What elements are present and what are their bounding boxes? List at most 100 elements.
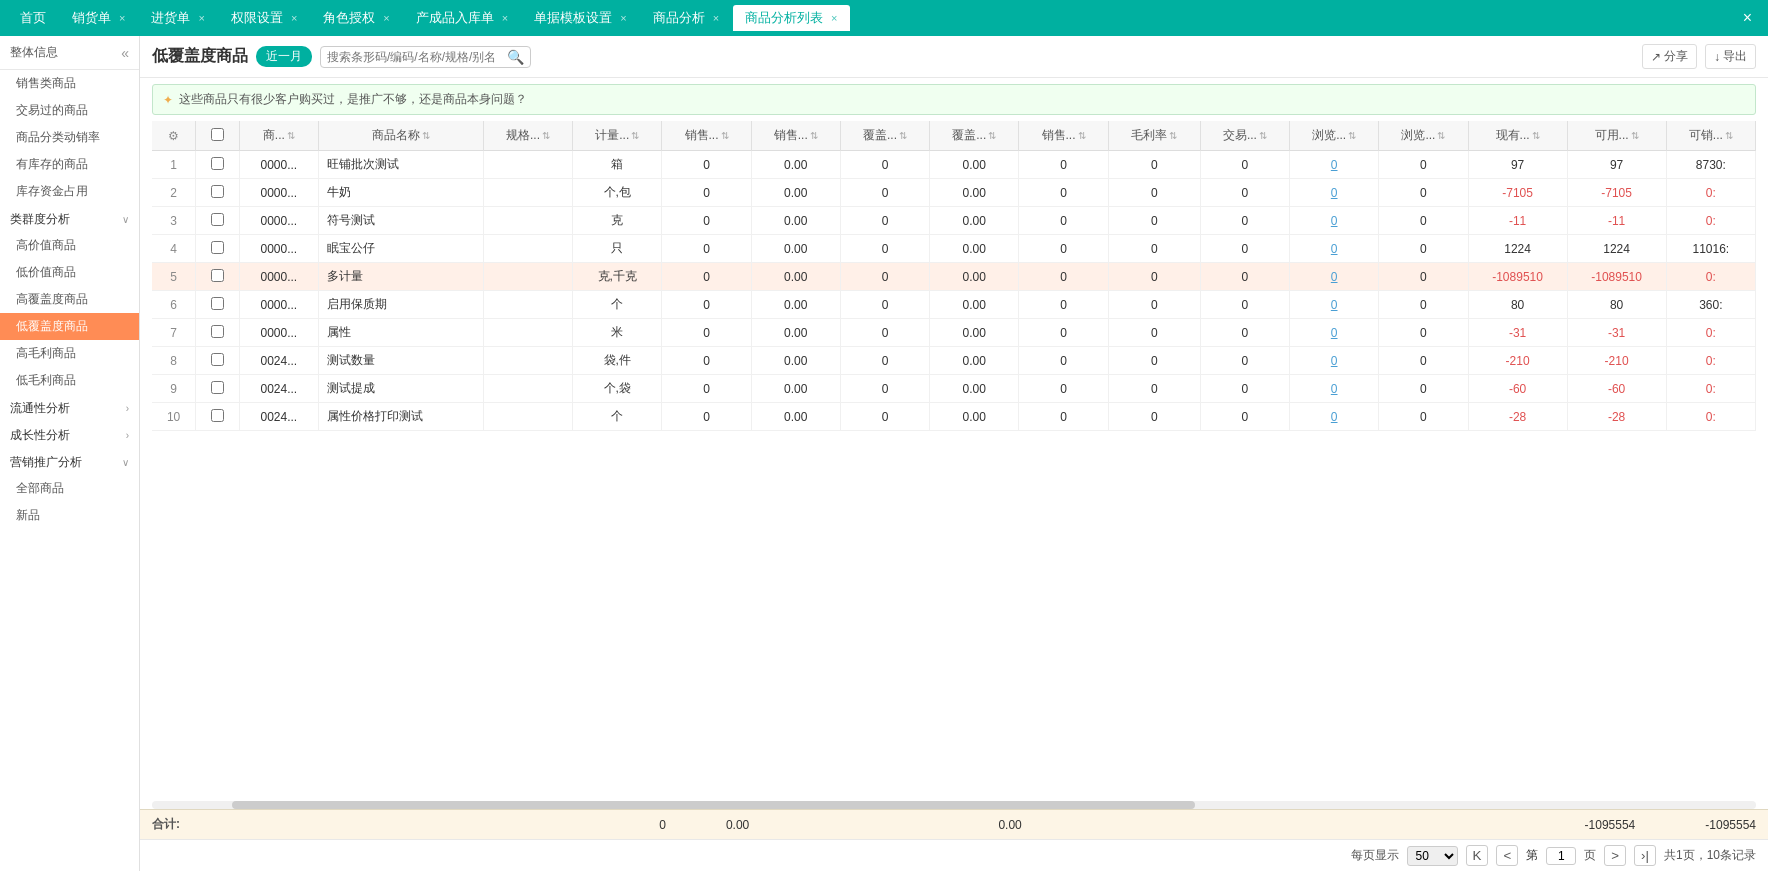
sidebar-item-high-value[interactable]: 高价值商品	[0, 232, 139, 259]
close-icon[interactable]: ×	[502, 12, 508, 24]
col-sales3[interactable]: 销售...⇅	[1019, 121, 1108, 151]
row-browse1[interactable]: 0	[1290, 263, 1379, 291]
nav-tab-home[interactable]: 首页	[8, 5, 58, 31]
close-icon[interactable]: ×	[291, 12, 297, 24]
page-number-input[interactable]	[1546, 847, 1576, 865]
close-icon[interactable]: ×	[620, 12, 626, 24]
nav-tab-permissions[interactable]: 权限设置 ×	[219, 5, 309, 31]
next-page-button[interactable]: >	[1604, 845, 1626, 866]
sidebar-collapse-button[interactable]: «	[121, 45, 129, 61]
row-margin: 0	[1108, 207, 1200, 235]
row-cov2: 0.00	[930, 207, 1019, 235]
sidebar-item-inventory-capital[interactable]: 库存资金占用	[0, 178, 139, 205]
nav-tab-analysis-list[interactable]: 商品分析列表 ×	[733, 5, 849, 31]
col-cov1[interactable]: 覆盖...⇅	[840, 121, 929, 151]
col-cov2[interactable]: 覆盖...⇅	[930, 121, 1019, 151]
close-icon[interactable]: ×	[119, 12, 125, 24]
row-checkbox[interactable]	[196, 319, 240, 347]
row-checkbox[interactable]	[196, 263, 240, 291]
nav-tab-template[interactable]: 单据模板设置 ×	[522, 5, 638, 31]
row-checkbox[interactable]	[196, 179, 240, 207]
row-checkbox[interactable]	[196, 403, 240, 431]
sidebar-item-high-coverage[interactable]: 高覆盖度商品	[0, 286, 139, 313]
nav-tab-roles[interactable]: 角色授权 ×	[311, 5, 401, 31]
close-icon[interactable]: ×	[383, 12, 389, 24]
row-browse1[interactable]: 0	[1290, 291, 1379, 319]
nav-tab-sales[interactable]: 销货单 ×	[60, 5, 137, 31]
settings-icon[interactable]: ⚙	[168, 129, 179, 143]
sidebar-item-stocked-goods[interactable]: 有库存的商品	[0, 151, 139, 178]
col-browse1[interactable]: 浏览...⇅	[1290, 121, 1379, 151]
col-code[interactable]: 商...⇅	[240, 121, 319, 151]
last-page-button[interactable]: ›|	[1634, 845, 1656, 866]
data-table-container[interactable]: ⚙ 商...⇅ 商品名称⇅ 规格...⇅ 计量...⇅ 销售...⇅ 销售...…	[152, 121, 1756, 801]
row-browse1[interactable]: 0	[1290, 375, 1379, 403]
col-unit[interactable]: 计量...⇅	[573, 121, 662, 151]
sidebar-group-marketing[interactable]: 营销推广分析 ∨	[0, 448, 139, 475]
col-stock-sell[interactable]: 可销...⇅	[1666, 121, 1755, 151]
row-spec	[483, 291, 572, 319]
row-cov1: 0	[840, 151, 929, 179]
col-sales-amt[interactable]: 销售...⇅	[751, 121, 840, 151]
col-sales-qty[interactable]: 销售...⇅	[662, 121, 751, 151]
sidebar-item-high-margin[interactable]: 高毛利商品	[0, 340, 139, 367]
nav-tab-analysis[interactable]: 商品分析 ×	[641, 5, 731, 31]
row-browse1[interactable]: 0	[1290, 151, 1379, 179]
row-checkbox[interactable]	[196, 235, 240, 263]
col-stock-avail[interactable]: 可用...⇅	[1567, 121, 1666, 151]
row-browse1[interactable]: 0	[1290, 235, 1379, 263]
horizontal-scrollbar[interactable]	[152, 801, 1756, 809]
row-browse1[interactable]: 0	[1290, 347, 1379, 375]
close-icon[interactable]: ×	[831, 12, 837, 24]
row-browse1[interactable]: 0	[1290, 403, 1379, 431]
nav-tab-purchase[interactable]: 进货单 ×	[139, 5, 216, 31]
nav-tab-production[interactable]: 产成品入库单 ×	[404, 5, 520, 31]
row-browse1[interactable]: 0	[1290, 207, 1379, 235]
col-margin[interactable]: 毛利率⇅	[1108, 121, 1200, 151]
sidebar-item-low-margin[interactable]: 低毛利商品	[0, 367, 139, 394]
export-button[interactable]: ↓ 导出	[1705, 44, 1756, 69]
first-page-button[interactable]: K	[1466, 845, 1489, 866]
sidebar-group-cluster-analysis[interactable]: 类群度分析 ∨	[0, 205, 139, 232]
sidebar-item-traded-goods[interactable]: 交易过的商品	[0, 97, 139, 124]
page-size-select[interactable]: 50 100 200	[1407, 846, 1458, 866]
row-checkbox[interactable]	[196, 375, 240, 403]
row-browse2: 0	[1379, 319, 1468, 347]
col-name[interactable]: 商品名称⇅	[318, 121, 483, 151]
sidebar-item-low-coverage[interactable]: 低覆盖度商品	[0, 313, 139, 340]
col-checkbox[interactable]	[196, 121, 240, 151]
select-all-checkbox[interactable]	[211, 128, 224, 141]
row-checkbox[interactable]	[196, 207, 240, 235]
sidebar-item-new-goods[interactable]: 新品	[0, 502, 139, 529]
row-browse1[interactable]: 0	[1290, 319, 1379, 347]
row-stock-current: 1224	[1468, 235, 1567, 263]
col-gear[interactable]: ⚙	[152, 121, 196, 151]
row-sales-qty: 0	[662, 347, 751, 375]
scrollbar-thumb[interactable]	[232, 801, 1194, 809]
prev-page-button[interactable]: <	[1496, 845, 1518, 866]
sidebar-group-growth[interactable]: 成长性分析 ›	[0, 421, 139, 448]
row-spec	[483, 207, 572, 235]
col-browse2[interactable]: 浏览...⇅	[1379, 121, 1468, 151]
window-close-button[interactable]: ×	[1735, 9, 1760, 27]
sidebar-item-sales-goods[interactable]: 销售类商品	[0, 70, 139, 97]
sidebar-item-category-rate[interactable]: 商品分类动销率	[0, 124, 139, 151]
row-checkbox[interactable]	[196, 151, 240, 179]
close-icon[interactable]: ×	[198, 12, 204, 24]
sidebar-group-circulation[interactable]: 流通性分析 ›	[0, 394, 139, 421]
search-icon[interactable]: 🔍	[507, 49, 524, 65]
row-checkbox[interactable]	[196, 347, 240, 375]
row-browse1[interactable]: 0	[1290, 179, 1379, 207]
row-margin: 0	[1108, 179, 1200, 207]
col-spec[interactable]: 规格...⇅	[483, 121, 572, 151]
close-icon[interactable]: ×	[713, 12, 719, 24]
search-input[interactable]	[327, 50, 507, 64]
col-stock-current[interactable]: 现有...⇅	[1468, 121, 1567, 151]
sidebar-item-low-value[interactable]: 低价值商品	[0, 259, 139, 286]
sidebar-item-all-goods[interactable]: 全部商品	[0, 475, 139, 502]
row-code: 0000...	[240, 207, 319, 235]
col-trade[interactable]: 交易...⇅	[1200, 121, 1289, 151]
share-button[interactable]: ↗ 分享	[1642, 44, 1697, 69]
row-checkbox[interactable]	[196, 291, 240, 319]
period-button[interactable]: 近一月	[256, 46, 312, 67]
